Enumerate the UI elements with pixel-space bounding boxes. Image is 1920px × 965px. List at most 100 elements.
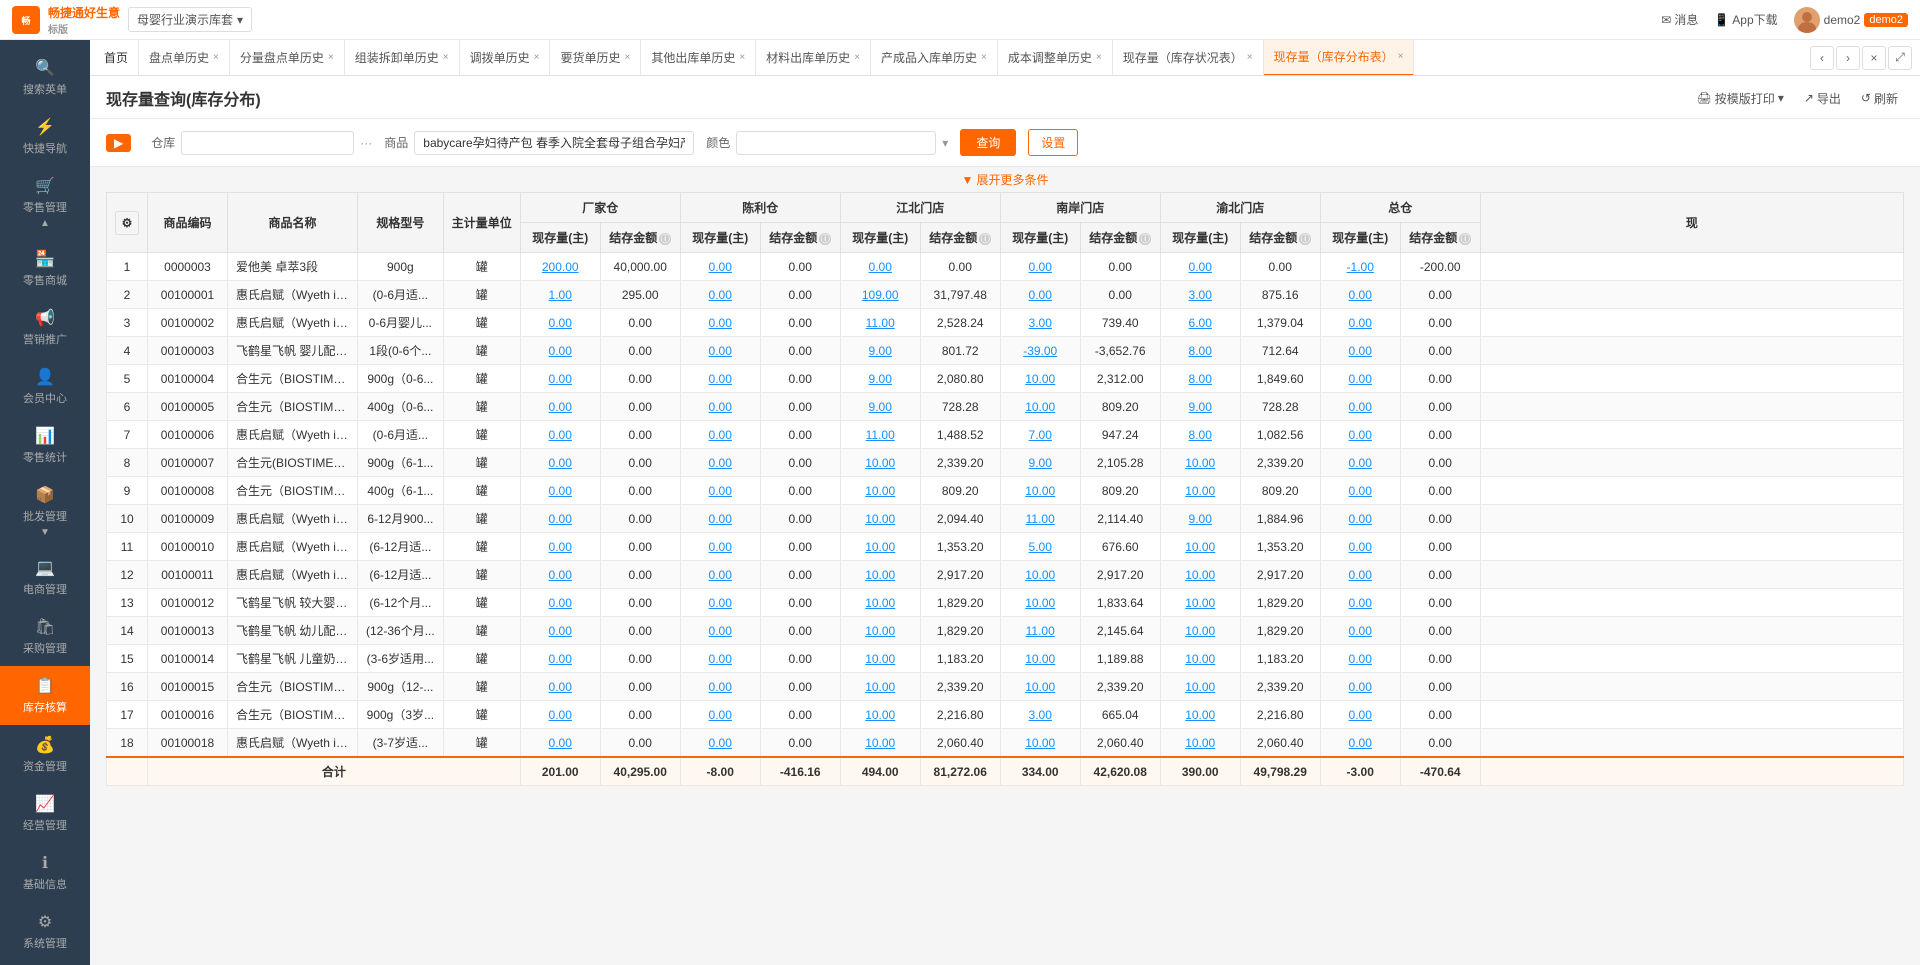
settings-gear[interactable]: ⚙ bbox=[115, 211, 139, 235]
nav-icon: ⚡ bbox=[35, 117, 55, 137]
sidebar-item-finance[interactable]: 💰 资金管理 bbox=[0, 725, 90, 784]
th-yb-qty: 现存量(主) bbox=[1160, 223, 1240, 253]
top-bar-left: 畅 畅捷通好生意 标版 母婴行业演示库套 ▾ bbox=[12, 4, 252, 36]
sidebar-item-inventory[interactable]: 📋 库存核算 bbox=[0, 666, 90, 725]
th-yb-amt: 结存金额ⓘ bbox=[1240, 223, 1320, 253]
tab-next-btn[interactable]: › bbox=[1836, 46, 1860, 70]
tab-qty-check-history[interactable]: 分量盘点单历史 × bbox=[230, 40, 345, 76]
th-nh-qty: 现存量(主) bbox=[1000, 223, 1080, 253]
table-row: 700100006惠氏启赋（Wyeth illu...(0-6月适...罐0.0… bbox=[107, 421, 1904, 449]
th-nanhu-store: 南岸门店 bbox=[1000, 193, 1160, 223]
page-title: 现存量查询(库存分布) bbox=[106, 86, 261, 110]
total-row: 合计201.0040,295.00-8.00-416.16494.0081,27… bbox=[107, 757, 1904, 786]
sidebar-item-operations[interactable]: 📈 经营管理 bbox=[0, 784, 90, 843]
info-icon[interactable]: ⓘ bbox=[979, 233, 991, 245]
th-total: 总仓 bbox=[1320, 193, 1480, 223]
sidebar-item-system[interactable]: ⚙ 系统管理 bbox=[0, 902, 90, 961]
tab-assemble-history[interactable]: 组装拆卸单历史 × bbox=[345, 40, 460, 76]
tab-prev-btn[interactable]: ‹ bbox=[1810, 46, 1834, 70]
tab-close-icon[interactable]: × bbox=[1096, 52, 1102, 63]
table-row: 10000003爱他美 卓萃3段900g罐200.0040,000.000.00… bbox=[107, 253, 1904, 281]
user-area[interactable]: demo2 demo2 bbox=[1794, 7, 1908, 33]
tab-close-icon[interactable]: × bbox=[739, 52, 745, 63]
sidebar-item-collaboration[interactable]: 🤝 企业协同 bbox=[0, 961, 90, 965]
print-btn[interactable]: 🖨 按模版打印 ▾ bbox=[1691, 88, 1790, 109]
tab-transfer-history[interactable]: 调拨单历史 × bbox=[460, 40, 551, 76]
sidebar-item-wholesale[interactable]: 📦 批发管理 ▼ bbox=[0, 475, 90, 548]
tab-close-icon[interactable]: × bbox=[213, 52, 219, 63]
query-button[interactable]: 查询 bbox=[960, 129, 1016, 156]
th-code: 商品编码 bbox=[148, 193, 228, 253]
tab-close-icon[interactable]: × bbox=[981, 52, 987, 63]
tab-close-icon[interactable]: × bbox=[1398, 51, 1404, 62]
th-jb-amt: 结存金额ⓘ bbox=[920, 223, 1000, 253]
message-btn[interactable]: ✉ 消息 bbox=[1661, 11, 1698, 28]
info-icon[interactable]: ⓘ bbox=[1299, 233, 1311, 245]
expand-conditions-btn[interactable]: ▼ 展开更多条件 bbox=[962, 171, 1049, 188]
tab-close-icon[interactable]: × bbox=[1247, 52, 1253, 63]
goods-input[interactable] bbox=[414, 131, 694, 155]
avatar bbox=[1794, 7, 1820, 33]
tab-other-outbound[interactable]: 其他出库单历史 × bbox=[641, 40, 756, 76]
table-row: 200100001惠氏启赋（Wyeth illu...(0-6月适...罐1.0… bbox=[107, 281, 1904, 309]
info-icon[interactable]: ⓘ bbox=[819, 233, 831, 245]
tab-expand-btn[interactable]: ⤢ bbox=[1888, 46, 1912, 70]
table-row: 500100004合生元（BIOSTIME）...900g（0-6...罐0.0… bbox=[107, 365, 1904, 393]
table-row: 1400100013飞鹤星飞帆 幼儿配方奶...(12-36个月...罐0.00… bbox=[107, 617, 1904, 645]
tab-close-icon[interactable]: × bbox=[624, 52, 630, 63]
tab-navigation: ‹ › × ⤢ bbox=[1810, 46, 1916, 70]
warehouse-input[interactable] bbox=[181, 131, 354, 155]
ea-badge: demo2 bbox=[1864, 13, 1908, 27]
sidebar-item-basic-info[interactable]: ℹ 基础信息 bbox=[0, 843, 90, 902]
system-icon: ⚙ bbox=[38, 912, 52, 932]
export-btn[interactable]: ↗ 导出 bbox=[1798, 88, 1847, 109]
tab-close-icon[interactable]: × bbox=[328, 52, 334, 63]
refresh-btn[interactable]: ↺ 刷新 bbox=[1855, 88, 1904, 109]
table-row: 600100005合生元（BIOSTIME）...400g（0-6...罐0.0… bbox=[107, 393, 1904, 421]
sidebar-item-search[interactable]: 🔍 搜索英单 bbox=[0, 48, 90, 107]
tab-home[interactable]: 首页 bbox=[94, 40, 139, 76]
info-icon[interactable]: ⓘ bbox=[659, 233, 671, 245]
tab-stock-distribution[interactable]: 现存量（库存分布表） × bbox=[1264, 40, 1415, 76]
wholesale-icon: 📦 bbox=[35, 485, 55, 505]
app-download-btn[interactable]: 📱 App下载 bbox=[1714, 11, 1777, 28]
logo-icon: 畅 bbox=[12, 6, 40, 34]
sidebar-item-nav[interactable]: ⚡ 快捷导航 bbox=[0, 107, 90, 166]
color-input[interactable] bbox=[736, 131, 936, 155]
industry-selector[interactable]: 母婴行业演示库套 ▾ bbox=[128, 7, 252, 32]
tab-finished-goods[interactable]: 产成品入库单历史 × bbox=[871, 40, 998, 76]
th-unit: 主计量单位 bbox=[443, 193, 520, 253]
sidebar-item-member[interactable]: 👤 会员中心 bbox=[0, 357, 90, 416]
expand-conditions-row: ▼ 展开更多条件 bbox=[90, 167, 1920, 192]
finance-icon: 💰 bbox=[35, 735, 55, 755]
info-icon[interactable]: ⓘ bbox=[1139, 233, 1151, 245]
tab-close-icon[interactable]: × bbox=[854, 52, 860, 63]
sidebar-item-retail-stats[interactable]: 📊 零售统计 bbox=[0, 416, 90, 475]
tab-cost-adjust[interactable]: 成本调整单历史 × bbox=[998, 40, 1113, 76]
tab-inventory-check-history[interactable]: 盘点单历史 × bbox=[139, 40, 230, 76]
sidebar-item-ecommerce[interactable]: 💻 电商管理 bbox=[0, 548, 90, 607]
tab-close-all-btn[interactable]: × bbox=[1862, 46, 1886, 70]
sidebar-item-marketing[interactable]: 📢 营销推广 bbox=[0, 298, 90, 357]
info-icon[interactable]: ⓘ bbox=[1459, 233, 1471, 245]
th-t-qty: 现存量(主) bbox=[1320, 223, 1400, 253]
tab-close-icon[interactable]: × bbox=[534, 52, 540, 63]
tab-material-outbound[interactable]: 材料出库单历史 × bbox=[756, 40, 871, 76]
tab-close-icon[interactable]: × bbox=[443, 52, 449, 63]
expand-icon: ▲ bbox=[40, 218, 50, 229]
th-nh-amt: 结存金额ⓘ bbox=[1080, 223, 1160, 253]
th-yubei-store: 渝北门店 bbox=[1160, 193, 1320, 223]
th-current: 现 bbox=[1480, 193, 1903, 253]
orange-expand-btn[interactable]: ▶ bbox=[106, 134, 131, 152]
tab-order-history[interactable]: 要货单历史 × bbox=[550, 40, 641, 76]
sidebar-item-retail-mgmt[interactable]: 🛒 零售管理 ▲ bbox=[0, 166, 90, 239]
color-dropdown-icon[interactable]: ▾ bbox=[942, 136, 948, 150]
warehouse-more-icon[interactable]: ··· bbox=[360, 136, 372, 150]
data-table: ⚙ 商品编码 商品名称 规格型号 主计量单位 厂家仓 陈利仓 江北门店 南岸门店… bbox=[106, 192, 1904, 786]
sidebar-item-purchase[interactable]: 🛍 采购管理 bbox=[0, 607, 90, 666]
ecommerce-icon: 💻 bbox=[35, 558, 55, 578]
sidebar-item-mall[interactable]: 🏪 零售商城 bbox=[0, 239, 90, 298]
info-icon: ℹ bbox=[42, 853, 48, 873]
tab-stock-status[interactable]: 现存量（库存状况表） × bbox=[1113, 40, 1264, 76]
setting-button[interactable]: 设置 bbox=[1028, 129, 1078, 156]
